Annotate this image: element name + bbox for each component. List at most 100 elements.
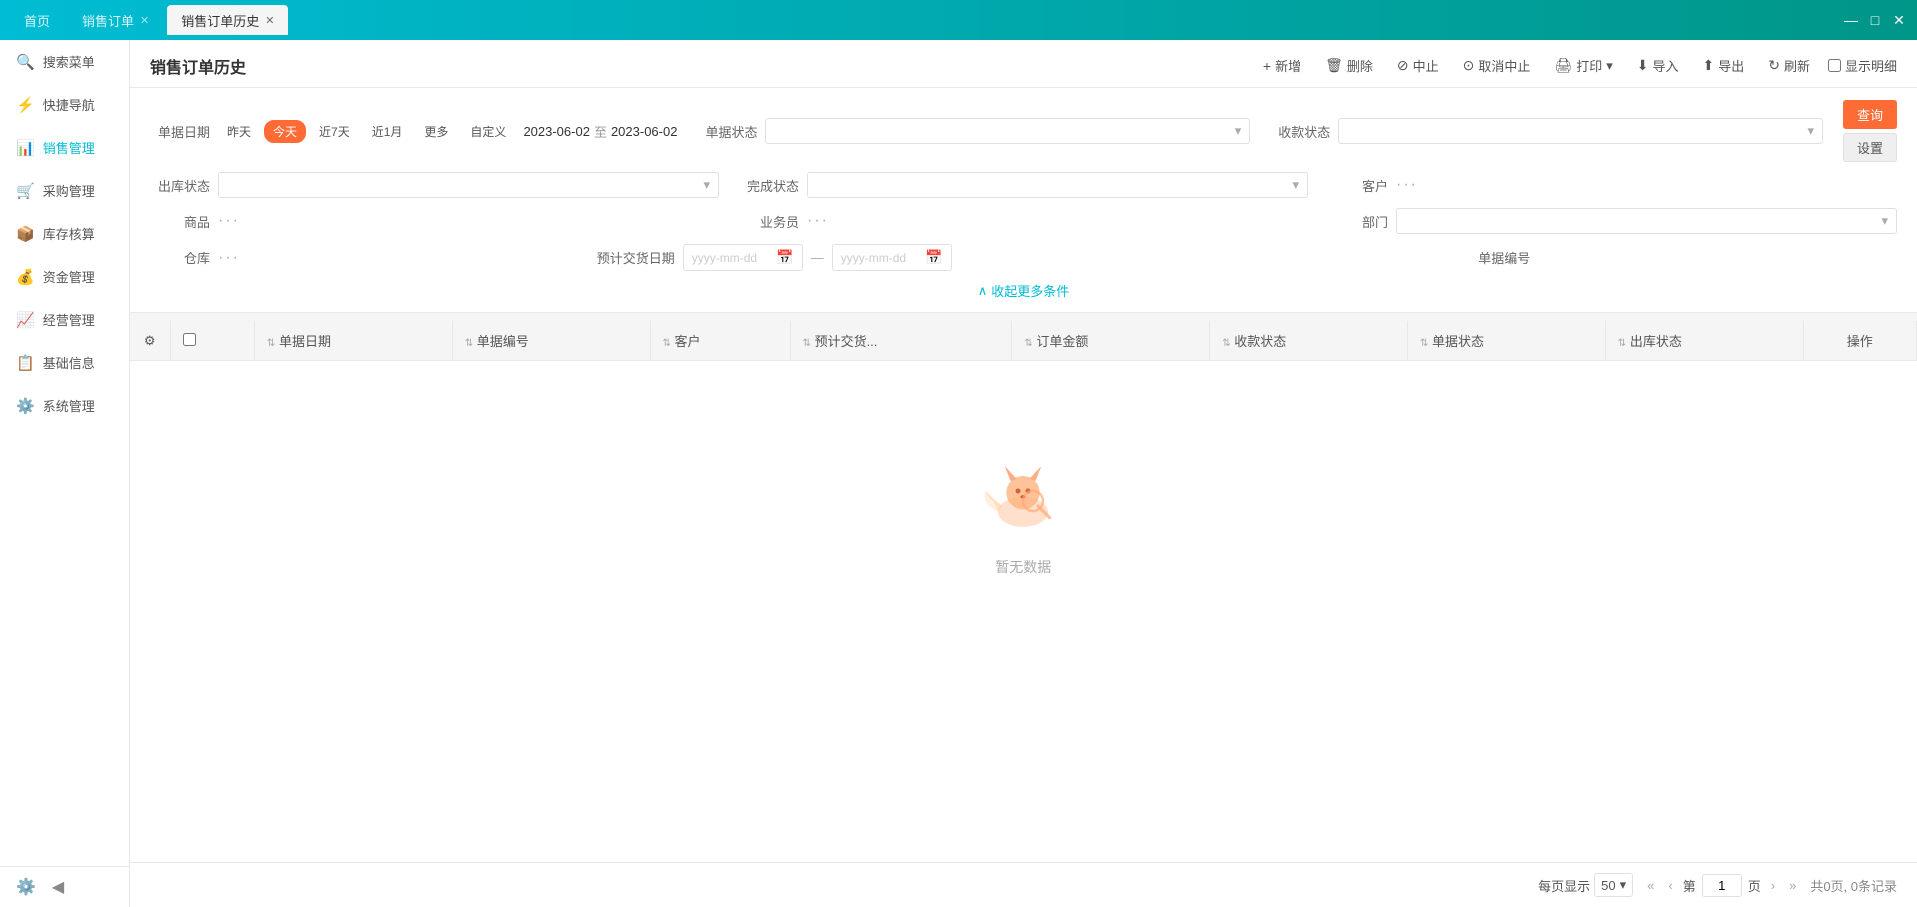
order-status-col-header[interactable]: ⇅ 单据状态 (1408, 321, 1606, 361)
sidebar-item-purchase-mgmt[interactable]: 🛒 采购管理 (0, 169, 129, 212)
import-button[interactable]: ⬇ 导入 (1631, 52, 1685, 79)
display-detail-checkbox[interactable] (1828, 59, 1841, 72)
department-arrow: ▾ (1881, 213, 1888, 229)
date-btn-today[interactable]: 今天 (264, 120, 306, 143)
checkbox-col-header[interactable] (170, 321, 254, 361)
sidebar-item-funds[interactable]: 💰 资金管理 (0, 255, 129, 298)
order-no-label: 单据编号 (1470, 248, 1530, 267)
date-col-header[interactable]: ⇅ 单据日期 (254, 321, 452, 361)
delivery-date-start[interactable]: yyyy-mm-dd 📅 (683, 244, 803, 271)
complete-status-select[interactable]: ▾ (807, 172, 1308, 198)
warehouse-picker[interactable]: ··· (218, 249, 240, 267)
salesperson-picker[interactable]: ··· (807, 212, 829, 230)
basic-info-icon: 📋 (16, 354, 35, 372)
page-title: 销售订单历史 (150, 54, 246, 78)
refresh-icon: ↻ (1768, 57, 1780, 74)
sort-icon: ⇅ (465, 338, 473, 349)
department-select[interactable]: ▾ (1396, 208, 1897, 234)
next-page-button[interactable]: › (1767, 876, 1779, 895)
filter-row-4: 仓库 ··· 预计交货日期 yyyy-mm-dd 📅 — yyyy-mm-dd … (150, 244, 1897, 271)
date-btn-last7[interactable]: 近7天 (310, 120, 359, 143)
settings-filter-button[interactable]: 设置 (1843, 133, 1897, 162)
close-button[interactable]: ✕ (1891, 12, 1907, 28)
cancel-stop-button[interactable]: ⊙ 取消中止 (1457, 52, 1537, 79)
refresh-button[interactable]: ↻ 刷新 (1762, 52, 1816, 79)
payment-status-select[interactable]: ▾ (1338, 118, 1823, 144)
filter-row-2: 出库状态 ▾ 完成状态 ▾ 客户 ··· (150, 172, 1897, 198)
delivery-date-end[interactable]: yyyy-mm-dd 📅 (832, 244, 952, 271)
tab-sales-order[interactable]: 销售订单 ✕ (68, 5, 163, 35)
empty-text: 暂无数据 (995, 557, 1051, 577)
warehouse-label: 仓库 (150, 248, 210, 267)
maximize-button[interactable]: □ (1867, 12, 1883, 28)
sort-icon: ⇅ (267, 338, 275, 349)
print-dropdown-icon: ▾ (1606, 58, 1613, 74)
sidebar-item-ops[interactable]: 📈 经营管理 (0, 298, 129, 341)
page-size-select[interactable]: 50 ▾ (1594, 873, 1633, 897)
payment-status-col-header[interactable]: ⇅ 收款状态 (1210, 321, 1408, 361)
customer-col-header[interactable]: ⇅ 客户 (650, 321, 790, 361)
sidebar-item-sales-mgmt[interactable]: 📊 销售管理 (0, 126, 129, 169)
stop-button[interactable]: ⊘ 中止 (1391, 52, 1445, 79)
delete-icon: 🗑 (1325, 57, 1343, 74)
date-btn-more[interactable]: 更多 (415, 120, 457, 143)
sidebar-item-system[interactable]: ⚙️ 系统管理 (0, 384, 129, 427)
expected-delivery-col-header[interactable]: ⇅ 预计交货... (790, 321, 1012, 361)
date-separator: 至 (594, 122, 607, 141)
tab-sales-order-close[interactable]: ✕ (140, 14, 149, 27)
settings-bottom-icon[interactable]: ⚙️ (16, 877, 36, 897)
date-btn-last1m[interactable]: 近1月 (363, 120, 412, 143)
date-btn-yesterday[interactable]: 昨天 (218, 120, 260, 143)
order-amount-col-header[interactable]: ⇅ 订单金额 (1012, 321, 1210, 361)
export-icon: ⬆ (1702, 57, 1714, 74)
select-all-checkbox[interactable] (183, 333, 196, 346)
window-controls: — □ ✕ (1843, 12, 1907, 28)
collapse-button[interactable]: ∧ 收起更多条件 (150, 281, 1897, 300)
page-unit: 页 (1748, 876, 1761, 895)
customer-picker[interactable]: ··· (1396, 176, 1418, 194)
empty-state: 暂无数据 (130, 361, 1917, 657)
new-button[interactable]: + 新增 (1257, 52, 1307, 79)
sort-icon: ⇅ (803, 338, 811, 349)
tab-home[interactable]: 首页 (10, 5, 64, 35)
ops-icon: 📈 (16, 311, 35, 329)
print-button[interactable]: 🖨 打印 ▾ (1548, 52, 1618, 79)
delete-button[interactable]: 🗑 删除 (1319, 52, 1379, 79)
prev-page-button[interactable]: ‹ (1664, 876, 1676, 895)
order-no-col-header[interactable]: ⇅ 单据编号 (452, 321, 650, 361)
page-total: 共0页, 0条记录 (1810, 876, 1897, 895)
last-page-button[interactable]: » (1785, 876, 1800, 895)
tab-sales-order-history[interactable]: 销售订单历史 ✕ (167, 5, 288, 35)
first-page-button[interactable]: « (1643, 876, 1658, 895)
display-detail-toggle[interactable]: 显示明细 (1828, 56, 1897, 75)
collapse-sidebar-icon[interactable]: ◀ (52, 877, 64, 897)
query-button[interactable]: 查询 (1843, 100, 1897, 129)
export-button[interactable]: ⬆ 导出 (1696, 52, 1750, 79)
page-label: 第 (1683, 876, 1696, 895)
page-size-arrow: ▾ (1620, 877, 1627, 893)
payment-status-label: 收款状态 (1270, 122, 1330, 141)
sidebar-item-inventory[interactable]: 📦 库存核算 (0, 212, 129, 255)
settings-col-header[interactable]: ⚙ (130, 321, 170, 361)
goods-picker[interactable]: ··· (218, 212, 240, 230)
order-status-select[interactable]: ▾ (765, 118, 1250, 144)
date-label: 单据日期 (150, 122, 210, 141)
sales-mgmt-icon: 📊 (16, 139, 35, 157)
tab-sales-order-history-close[interactable]: ✕ (265, 14, 274, 27)
page-size-selector: 每页显示 50 ▾ (1538, 873, 1633, 897)
date-btn-custom[interactable]: 自定义 (461, 120, 515, 143)
sidebar-item-search-menu[interactable]: 🔍 搜索菜单 (0, 40, 129, 83)
sidebar-item-quick-nav[interactable]: ⚡ 快捷导航 (0, 83, 129, 126)
page-number-input[interactable] (1702, 874, 1742, 897)
out-status-col-header[interactable]: ⇅ 出库状态 (1605, 321, 1803, 361)
data-table: ⚙ ⇅ 单据日期 ⇅ 单据编号 ⇅ 客户 (130, 321, 1917, 657)
sidebar-item-basic-info[interactable]: 📋 基础信息 (0, 341, 129, 384)
order-status-label: 单据状态 (697, 122, 757, 141)
minimize-button[interactable]: — (1843, 12, 1859, 28)
funds-icon: 💰 (16, 268, 35, 286)
out-status-select[interactable]: ▾ (218, 172, 719, 198)
filter-area: 单据日期 昨天 今天 近7天 近1月 更多 自定义 2023-06-02 至 2… (130, 88, 1917, 313)
sidebar-bottom: ⚙️ ◀ (0, 866, 129, 907)
content-area: 销售订单历史 + 新增 🗑 删除 ⊘ 中止 ⊙ 取消中止 (130, 40, 1917, 907)
complete-status-arrow: ▾ (1292, 177, 1299, 193)
